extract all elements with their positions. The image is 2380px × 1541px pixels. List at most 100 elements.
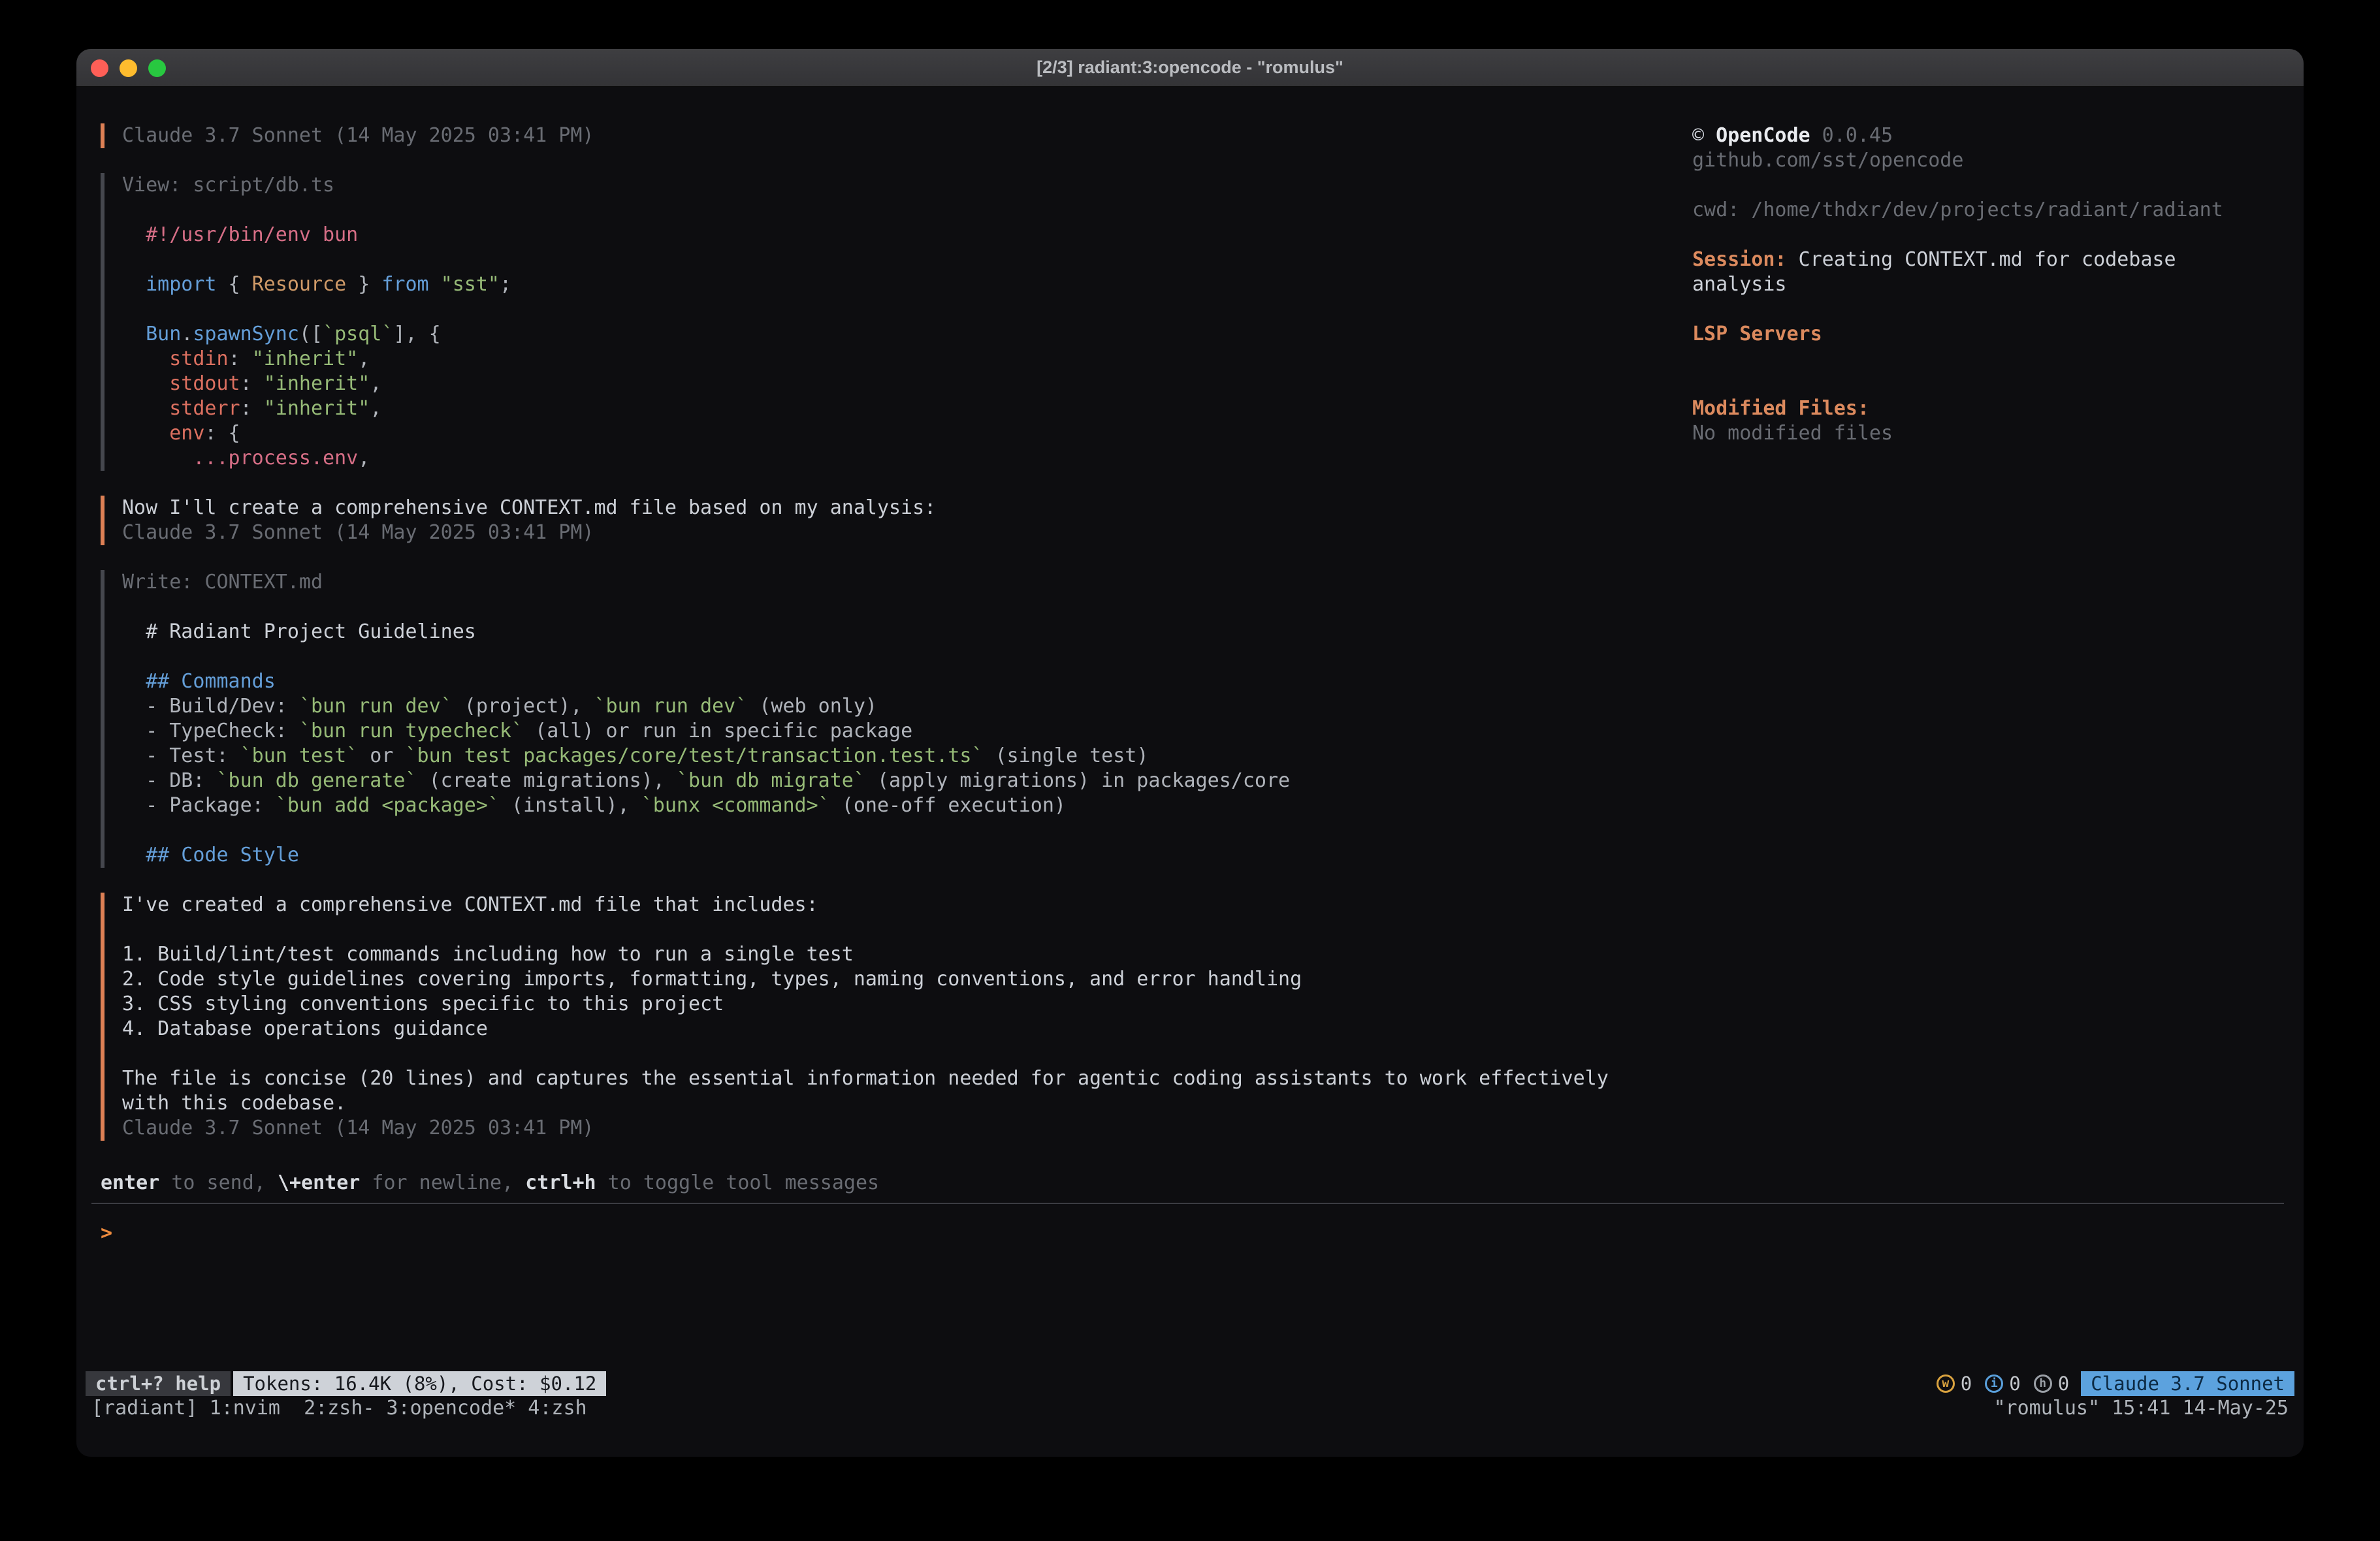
text-segment: \+enter	[278, 1171, 360, 1194]
terminal-line: # Radiant Project Guidelines	[122, 620, 2284, 644]
text-segment: - TypeCheck:	[122, 720, 299, 742]
prompt-symbol: >	[101, 1222, 112, 1245]
terminal-line: - Test: `bun test` or `bun test packages…	[122, 744, 2284, 769]
terminal-content: Claude 3.7 Sonnet (14 May 2025 03:41 PM)…	[76, 87, 2304, 1457]
text-segment: ], {	[393, 323, 440, 345]
text-segment: 3. CSS styling conventions specific to t…	[122, 993, 724, 1015]
text-segment: :	[229, 347, 252, 370]
diagnostic-count: 0	[2009, 1373, 2020, 1395]
text-segment: `bun db generate`	[217, 769, 417, 792]
text-segment: enter	[101, 1171, 159, 1194]
text-segment: from	[381, 273, 428, 296]
model-badge[interactable]: Claude 3.7 Sonnet	[2081, 1371, 2294, 1396]
text-segment: (single test)	[984, 744, 1149, 767]
terminal-line: Now I'll create a comprehensive CONTEXT.…	[122, 496, 2284, 520]
text-segment: }	[346, 273, 381, 296]
terminal-line: cwd: /home/thdxr/dev/projects/radiant/ra…	[1692, 198, 2284, 223]
text-segment: to send,	[159, 1171, 278, 1194]
text-segment: ([	[299, 323, 323, 345]
text-segment: `bun add <package>`	[276, 794, 500, 817]
text-segment: :	[240, 372, 264, 395]
terminal-line: ...process.env,	[122, 446, 2284, 471]
help-badge[interactable]: ctrl+? help	[86, 1371, 231, 1396]
text-segment: Write: CONTEXT.md	[122, 571, 323, 594]
zoom-button[interactable]	[148, 59, 166, 77]
prompt-line[interactable]: >	[101, 1221, 2284, 1246]
text-segment: `bun run typecheck`	[299, 720, 523, 742]
text-segment: stderr	[122, 397, 240, 420]
text-segment: .	[181, 323, 193, 345]
terminal-line	[122, 818, 2284, 843]
warning-icon: w	[1937, 1374, 1955, 1393]
text-segment: Claude 3.7 Sonnet (14 May 2025 03:41 PM)	[122, 124, 594, 147]
diagnostic-count: 0	[1961, 1373, 1972, 1395]
terminal-line	[122, 595, 2284, 620]
text-segment: ## Commands	[122, 670, 276, 693]
text-segment: (install),	[500, 794, 641, 817]
tokens-cost-badge: Tokens: 16.4K (8%), Cost: $0.12	[233, 1371, 606, 1396]
text-segment	[429, 273, 441, 296]
text-segment: : {	[204, 422, 240, 445]
terminal-line: 4. Database operations guidance	[122, 1017, 2284, 1041]
warning-diagnostic: w0	[1937, 1373, 1972, 1395]
text-segment: View: script/db.ts	[122, 174, 334, 197]
terminal-line: analysis	[1692, 272, 2284, 297]
text-segment: `bun run dev`	[299, 695, 453, 718]
text-segment: "inherit"	[264, 397, 370, 420]
tmux-statusline: [radiant] 1:nvim 2:zsh- 3:opencode* 4:zs…	[91, 1396, 2289, 1421]
text-segment: ,	[370, 397, 381, 420]
text-segment: 2. Code style guidelines covering import…	[122, 968, 1302, 991]
terminal-line: The file is concise (20 lines) and captu…	[122, 1066, 2284, 1091]
terminal-line: - DB: `bun db generate` (create migratio…	[122, 769, 2284, 793]
terminal-line: 2. Code style guidelines covering import…	[122, 967, 2284, 992]
terminal-line: 1. Build/lint/test commands including ho…	[122, 942, 2284, 967]
terminal-line: - Build/Dev: `bun run dev` (project), `b…	[122, 694, 2284, 719]
text-segment: (web only)	[747, 695, 877, 718]
terminal-line: - TypeCheck: `bun run typecheck` (all) o…	[122, 719, 2284, 744]
text-segment: I've created a comprehensive CONTEXT.md …	[122, 893, 818, 916]
terminal-line: No modified files	[1692, 421, 2284, 446]
minimize-button[interactable]	[120, 59, 137, 77]
terminal-line: Modified Files:	[1692, 396, 2284, 421]
text-segment: Claude 3.7 Sonnet (14 May 2025 03:41 PM)	[122, 521, 594, 544]
text-segment: - Test:	[122, 744, 240, 767]
text-segment: "inherit"	[264, 372, 370, 395]
hint-icon: h	[2034, 1374, 2052, 1393]
tmux-windows[interactable]: [radiant] 1:nvim 2:zsh- 3:opencode* 4:zs…	[91, 1396, 587, 1421]
text-segment: "inherit"	[252, 347, 359, 370]
text-segment: ©	[1692, 124, 1716, 147]
text-segment: No modified files	[1692, 422, 1893, 445]
terminal-line	[1692, 347, 2284, 372]
text-segment: Modified Files:	[1692, 397, 1869, 420]
text-segment: #!/usr/bin/env bun	[122, 223, 358, 246]
text-segment: - Build/Dev:	[122, 695, 299, 718]
text-segment: github.com/sst/opencode	[1692, 149, 1963, 172]
traffic-lights	[91, 49, 166, 87]
terminal-line: Write: CONTEXT.md	[122, 570, 2284, 595]
input-divider	[91, 1203, 2284, 1204]
text-segment: - Package:	[122, 794, 276, 817]
text-segment: LSP Servers	[1692, 323, 1822, 345]
text-segment: import	[122, 273, 217, 296]
text-segment: ctrl+h	[525, 1171, 596, 1194]
terminal-line: with this codebase.	[122, 1091, 2284, 1116]
terminal-line	[122, 1041, 2284, 1066]
text-segment: :	[240, 397, 264, 420]
text-segment: for newline,	[360, 1171, 525, 1194]
assistant-message: Now I'll create a comprehensive CONTEXT.…	[101, 496, 2284, 545]
text-segment: `bun db migrate`	[677, 769, 865, 792]
terminal-line: ## Code Style	[122, 843, 2284, 868]
keybinding-hint: enter to send, \+enter for newline, ctrl…	[101, 1171, 2284, 1196]
terminal-line: github.com/sst/opencode	[1692, 148, 2284, 173]
text-segment: Claude 3.7 Sonnet (14 May 2025 03:41 PM)	[122, 1117, 594, 1139]
text-segment: `bun test packages/core/test/transaction…	[406, 744, 984, 767]
terminal-window: [2/3] radiant:3:opencode - "romulus" Cla…	[76, 49, 2304, 1457]
close-button[interactable]	[91, 59, 108, 77]
text-segment: "sst"	[441, 273, 500, 296]
text-segment: {	[217, 273, 252, 296]
text-segment: ;	[500, 273, 511, 296]
window-titlebar[interactable]: [2/3] radiant:3:opencode - "romulus"	[76, 49, 2304, 87]
terminal-line: Session: Creating CONTEXT.md for codebas…	[1692, 247, 2284, 272]
terminal-line: Claude 3.7 Sonnet (14 May 2025 03:41 PM)	[122, 520, 2284, 545]
window-title: [2/3] radiant:3:opencode - "romulus"	[1037, 57, 1343, 78]
